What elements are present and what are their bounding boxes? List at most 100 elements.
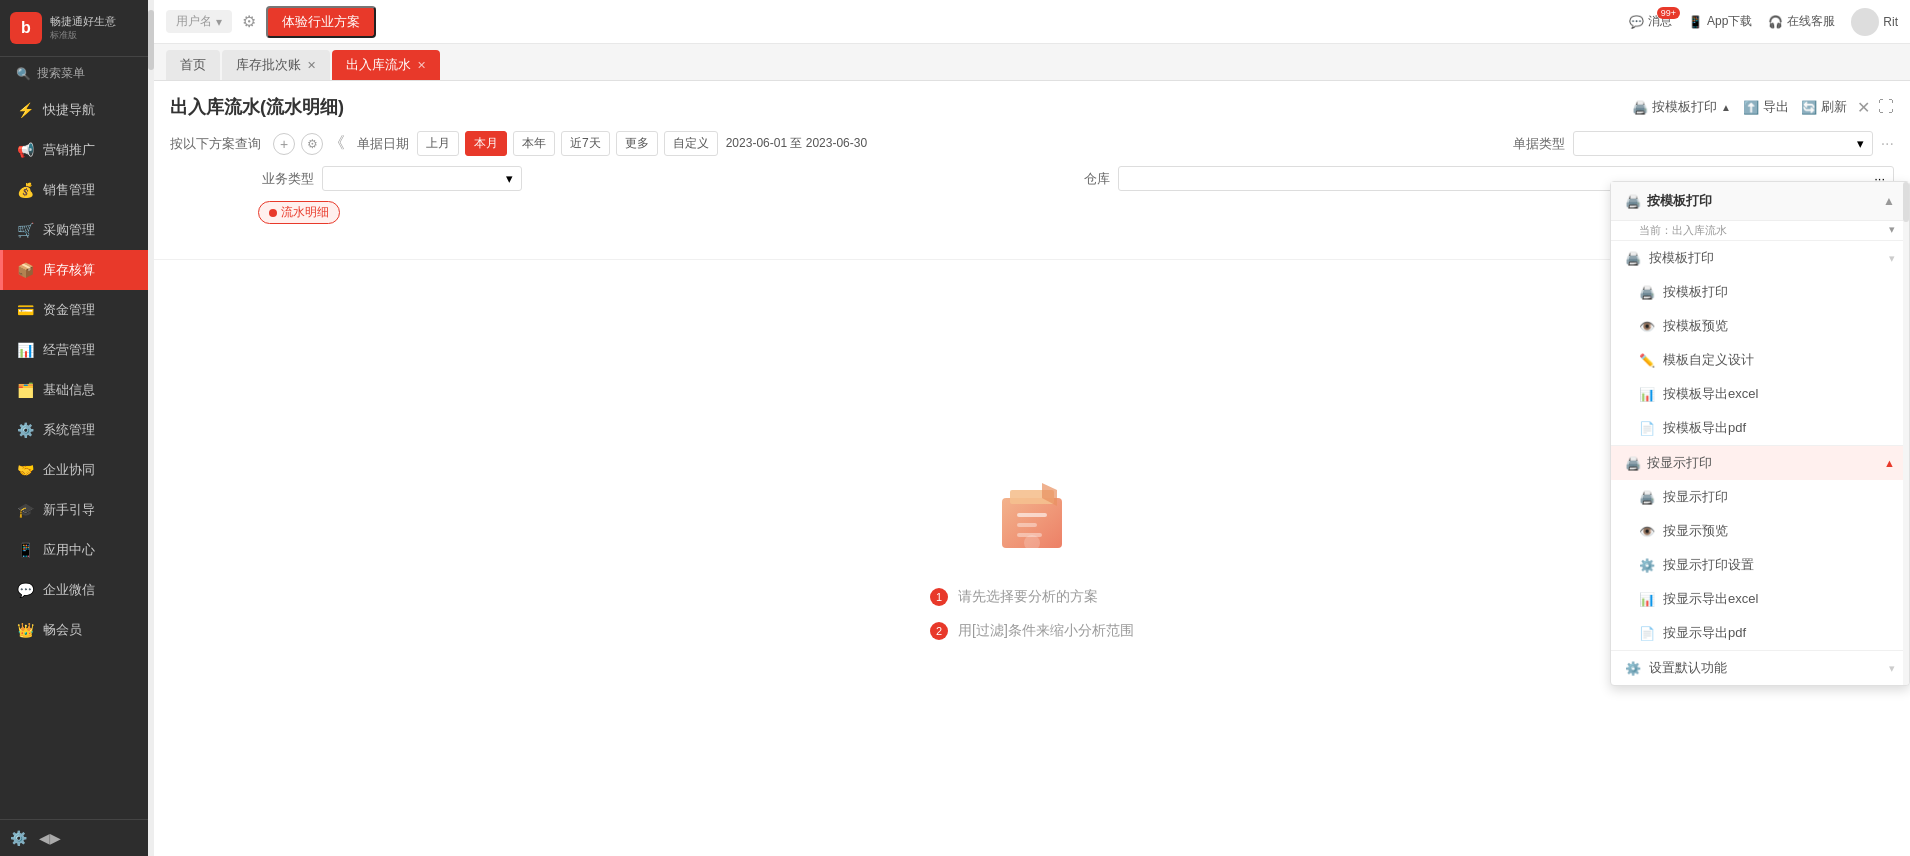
date-btn-last-month[interactable]: 上月 (417, 131, 459, 156)
user-selector[interactable]: 用户名 ▾ (166, 10, 232, 33)
sidebar-item-finance[interactable]: 💳 资金管理 (0, 290, 148, 330)
template-custom-item[interactable]: ✏️ 模板自定义设计 (1611, 343, 1909, 377)
display-export-excel-item[interactable]: 📊 按显示导出excel (1611, 582, 1909, 616)
doc-type-more-btn[interactable]: ··· (1881, 135, 1894, 153)
print-template-btn[interactable]: 🖨️ 按模板打印 ▲ (1632, 98, 1731, 116)
user-dropdown-icon: ▾ (216, 15, 222, 29)
preview-icon-2: 👁️ (1639, 523, 1655, 539)
sidebar-item-marketing[interactable]: 📢 营销推广 (0, 130, 148, 170)
message-icon: 💬 (1629, 15, 1644, 29)
display-export-pdf-item[interactable]: 📄 按显示导出pdf (1611, 616, 1909, 650)
sidebar-item-cooperation[interactable]: 🤝 企业协同 (0, 450, 148, 490)
chevron-down-icon-2: ▾ (506, 171, 513, 186)
quick-nav-icon: ⚡ (15, 100, 35, 120)
sidebar-logo: b 畅捷通好生意 标准版 (0, 0, 148, 57)
topbar-right: 💬 消息 99+ 📱 App下载 🎧 在线客服 Rit (1629, 8, 1898, 36)
template-export-pdf-item[interactable]: 📄 按模板导出pdf (1611, 411, 1909, 445)
close-window-btn[interactable]: ✕ (1857, 98, 1870, 117)
filter-setting-btn[interactable]: ⚙ (301, 133, 323, 155)
set-default-btn[interactable]: ⚙️ 设置默认功能 ▾ (1611, 651, 1909, 685)
filter-tag-dot (269, 209, 277, 217)
settings-icon-2: ⚙️ (1639, 557, 1655, 573)
print-icon: 🖨️ (1632, 100, 1648, 115)
empty-illustration (982, 468, 1082, 568)
user-label: 用户名 (176, 13, 212, 30)
doc-type-group: 单据类型 ▾ ··· (1513, 131, 1894, 156)
settings-icon[interactable]: ⚙️ (10, 830, 27, 846)
display-print-item[interactable]: 🖨️ 按显示打印 (1611, 480, 1909, 514)
section-collapse-arrow: ▲ (1884, 457, 1895, 469)
export-icon: ⬆️ (1743, 100, 1759, 115)
refresh-btn[interactable]: 🔄 刷新 (1801, 98, 1847, 116)
date-field-label: 单据日期 (357, 135, 409, 153)
finance-icon: 💳 (15, 300, 35, 320)
logo-icon: b (10, 12, 42, 44)
app-download-btn[interactable]: 📱 App下载 (1688, 13, 1752, 30)
business-type-group: 业务类型 ▾ (262, 166, 1072, 191)
display-preview-item[interactable]: 👁️ 按显示预览 (1611, 514, 1909, 548)
dropdown-scrollbar[interactable] (1903, 182, 1909, 685)
refresh-icon: 🔄 (1801, 100, 1817, 115)
logo-text: 畅捷通好生意 标准版 (50, 14, 116, 41)
tab-batch-ledger[interactable]: 库存批次账 ✕ (222, 50, 330, 80)
template-preview-item[interactable]: 👁️ 按模板预览 (1611, 309, 1909, 343)
filter-collapse-toggle[interactable]: 《 (329, 133, 345, 154)
date-filter: 上月 本月 本年 近7天 更多 自定义 (417, 131, 718, 156)
date-btn-this-month[interactable]: 本月 (465, 131, 507, 156)
tab-flow[interactable]: 出入库流水 ✕ (332, 50, 440, 80)
purchase-icon: 🛒 (15, 220, 35, 240)
sidebar: b 畅捷通好生意 标准版 🔍 搜索菜单 ⚡ 快捷导航 📢 营销推广 💰 销售管理… (0, 0, 148, 856)
message-btn[interactable]: 💬 消息 99+ (1629, 13, 1672, 30)
sidebar-item-basic[interactable]: 🗂️ 基础信息 (0, 370, 148, 410)
system-icon: ⚙️ (15, 420, 35, 440)
marketing-icon: 📢 (15, 140, 35, 160)
member-icon: 👑 (15, 620, 35, 640)
sidebar-item-quick-nav[interactable]: ⚡ 快捷导航 (0, 90, 148, 130)
sidebar-item-apps[interactable]: 📱 应用中心 (0, 530, 148, 570)
template-print-section[interactable]: 🖨️ 按模板打印 ▾ (1611, 241, 1909, 275)
operations-icon: 📊 (15, 340, 35, 360)
tab-flow-close[interactable]: ✕ (417, 59, 426, 72)
filter-actions: + ⚙ 《 (273, 133, 345, 155)
export-btn[interactable]: ⬆️ 导出 (1743, 98, 1789, 116)
sidebar-item-purchase[interactable]: 🛒 采购管理 (0, 210, 148, 250)
sidebar-item-member[interactable]: 👑 畅会员 (0, 610, 148, 650)
gear-icon[interactable]: ⚙ (242, 12, 256, 31)
active-filter-tag[interactable]: 流水明细 (258, 201, 340, 224)
tab-home[interactable]: 首页 (166, 50, 220, 80)
date-btn-this-year[interactable]: 本年 (513, 131, 555, 156)
current-chevron: ▾ (1889, 223, 1895, 236)
date-btn-custom[interactable]: 自定义 (664, 131, 718, 156)
custom-icon: ✏️ (1639, 352, 1655, 368)
business-type-dropdown[interactable]: ▾ (322, 166, 522, 191)
trial-btn[interactable]: 体验行业方案 (266, 6, 376, 38)
collapse-icon[interactable]: ◀▶ (39, 830, 61, 846)
phone-icon: 📱 (1688, 15, 1703, 29)
apps-icon: 📱 (15, 540, 35, 560)
template-print-item[interactable]: 🖨️ 按模板打印 (1611, 275, 1909, 309)
sidebar-item-sales[interactable]: 💰 销售管理 (0, 170, 148, 210)
tab-batch-ledger-close[interactable]: ✕ (307, 59, 316, 72)
date-btn-more[interactable]: 更多 (616, 131, 658, 156)
expand-window-btn[interactable]: ⛶ (1878, 98, 1894, 116)
display-print-section[interactable]: 🖨️ 按显示打印 ▲ (1611, 446, 1909, 480)
user-profile[interactable]: Rit (1851, 8, 1898, 36)
sidebar-item-wechat[interactable]: 💬 企业微信 (0, 570, 148, 610)
date-btn-7days[interactable]: 近7天 (561, 131, 610, 156)
sidebar-item-operations[interactable]: 📊 经营管理 (0, 330, 148, 370)
support-btn[interactable]: 🎧 在线客服 (1768, 13, 1835, 30)
preview-icon-1: 👁️ (1639, 318, 1655, 334)
pdf-icon-1: 📄 (1639, 420, 1655, 436)
svg-rect-2 (1017, 513, 1047, 517)
date-filter-group: 单据日期 上月 本月 本年 近7天 更多 自定义 2023-06-01 至 20… (357, 131, 1501, 156)
display-print-settings-item[interactable]: ⚙️ 按显示打印设置 (1611, 548, 1909, 582)
template-export-excel-item[interactable]: 📊 按模板导出excel (1611, 377, 1909, 411)
sidebar-item-guide[interactable]: 🎓 新手引导 (0, 490, 148, 530)
sidebar-search[interactable]: 🔍 搜索菜单 (0, 57, 148, 90)
empty-steps: 1 请先选择要分析的方案 2 用[过滤]条件来缩小分析范围 (930, 588, 1134, 648)
sidebar-item-inventory[interactable]: 📦 库存核算 (0, 250, 148, 290)
doc-type-dropdown[interactable]: ▾ (1573, 131, 1873, 156)
main-area: 用户名 ▾ ⚙ 体验行业方案 💬 消息 99+ 📱 App下载 🎧 在线客服 R… (154, 0, 1910, 856)
filter-add-btn[interactable]: + (273, 133, 295, 155)
sidebar-item-system[interactable]: ⚙️ 系统管理 (0, 410, 148, 450)
